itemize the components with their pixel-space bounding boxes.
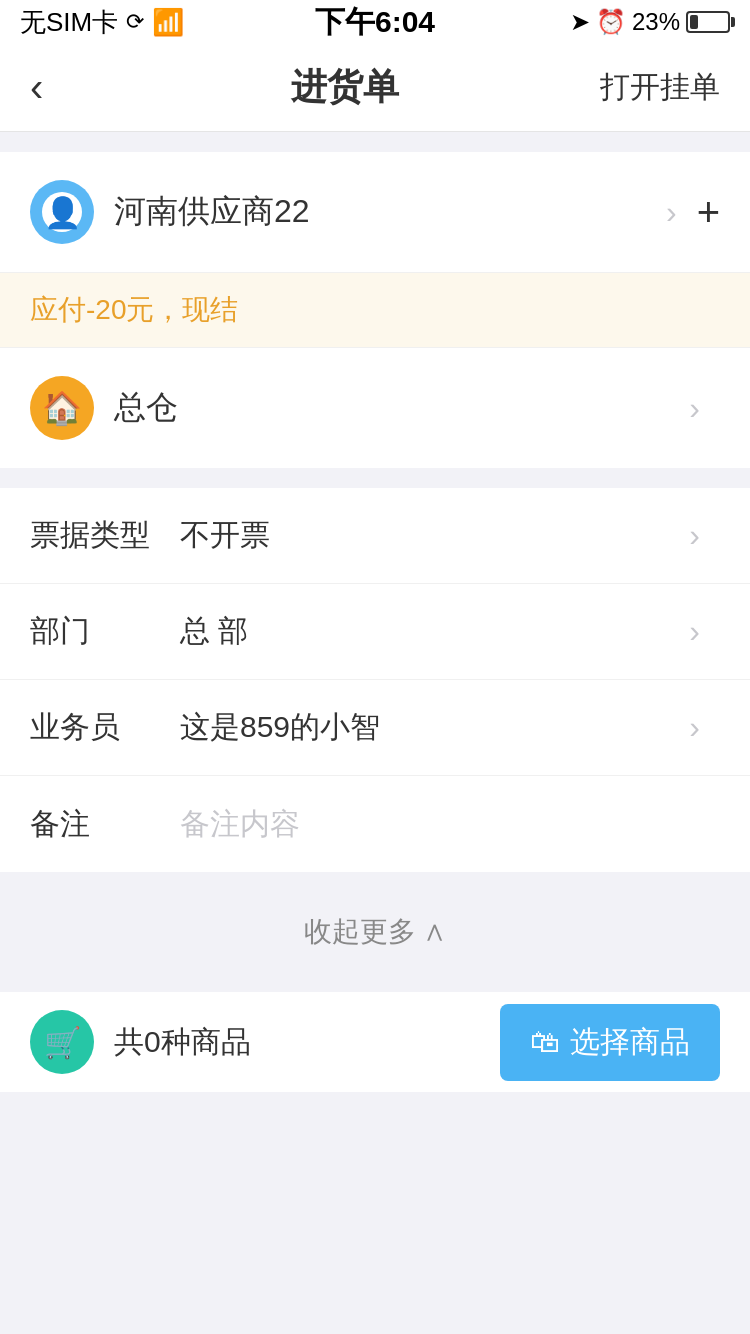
add-supplier-button[interactable]: + <box>697 190 720 235</box>
remark-input[interactable]: 备注内容 <box>170 804 720 845</box>
warehouse-icon: 🏠 <box>30 376 94 440</box>
form-section: 票据类型 不开票 › 部门 总 部 › 业务员 这是859的小智 › 备注 备注… <box>0 488 750 872</box>
sales-row[interactable]: 业务员 这是859的小智 › <box>0 680 750 776</box>
remark-label: 备注 <box>30 804 170 845</box>
section-divider-1 <box>0 132 750 152</box>
sales-label: 业务员 <box>30 707 170 748</box>
house-icon: 🏠 <box>42 389 82 427</box>
status-right: ➤ ⏰ 23% <box>570 8 730 36</box>
battery-icon <box>686 11 730 33</box>
location-icon: ➤ <box>570 8 590 36</box>
avatar-inner: 👤 <box>42 192 82 232</box>
chevron-right-icon: › <box>666 194 677 231</box>
warehouse-chevron-icon: › <box>689 390 700 427</box>
person-icon: 👤 <box>44 195 81 230</box>
dept-chevron-icon: › <box>689 613 700 650</box>
dept-value: 总 部 <box>170 611 689 652</box>
notice-banner: 应付-20元，现结 <box>0 273 750 347</box>
remark-row[interactable]: 备注 备注内容 <box>0 776 750 872</box>
department-row[interactable]: 部门 总 部 › <box>0 584 750 680</box>
wifi-icon: ⟳ <box>126 9 144 35</box>
page-title: 进货单 <box>291 63 399 112</box>
invoice-chevron-icon: › <box>689 517 700 554</box>
back-button[interactable]: ‹ <box>30 65 90 110</box>
collapse-toggle[interactable]: 收起更多 ∧ <box>0 892 750 972</box>
warehouse-name: 总仓 <box>114 386 689 430</box>
warehouse-row[interactable]: 🏠 总仓 › <box>0 347 750 468</box>
product-section: 🛒 共0种商品 🛍 选择商品 <box>0 992 750 1092</box>
select-product-button[interactable]: 🛍 选择商品 <box>500 1004 720 1081</box>
wifi-signal: 📶 <box>152 7 184 38</box>
sales-chevron-icon: › <box>689 709 700 746</box>
product-count: 共0种商品 <box>114 1022 500 1063</box>
invoice-value: 不开票 <box>170 515 689 556</box>
supplier-section: 👤 河南供应商22 › + 应付-20元，现结 🏠 总仓 › <box>0 152 750 468</box>
alarm-icon: ⏰ <box>596 8 626 36</box>
select-product-label: 选择商品 <box>570 1022 690 1063</box>
dept-label: 部门 <box>30 611 170 652</box>
status-time: 下午6:04 <box>315 2 435 43</box>
sales-value: 这是859的小智 <box>170 707 689 748</box>
battery-percent: 23% <box>632 8 680 36</box>
invoice-label: 票据类型 <box>30 515 170 556</box>
cart-icon: 🛒 <box>44 1025 81 1060</box>
supplier-avatar: 👤 <box>30 180 94 244</box>
bottom-area <box>0 1092 750 1334</box>
product-icon: 🛒 <box>30 1010 94 1074</box>
select-product-icon: 🛍 <box>530 1025 560 1059</box>
supplier-name: 河南供应商22 <box>114 190 666 234</box>
status-carrier: 无SIM卡 ⟳ 📶 <box>20 5 184 40</box>
open-pending-button[interactable]: 打开挂单 <box>600 67 720 108</box>
invoice-row[interactable]: 票据类型 不开票 › <box>0 488 750 584</box>
nav-bar: ‹ 进货单 打开挂单 <box>0 44 750 132</box>
status-bar: 无SIM卡 ⟳ 📶 下午6:04 ➤ ⏰ 23% <box>0 0 750 44</box>
supplier-row[interactable]: 👤 河南供应商22 › + <box>0 152 750 273</box>
